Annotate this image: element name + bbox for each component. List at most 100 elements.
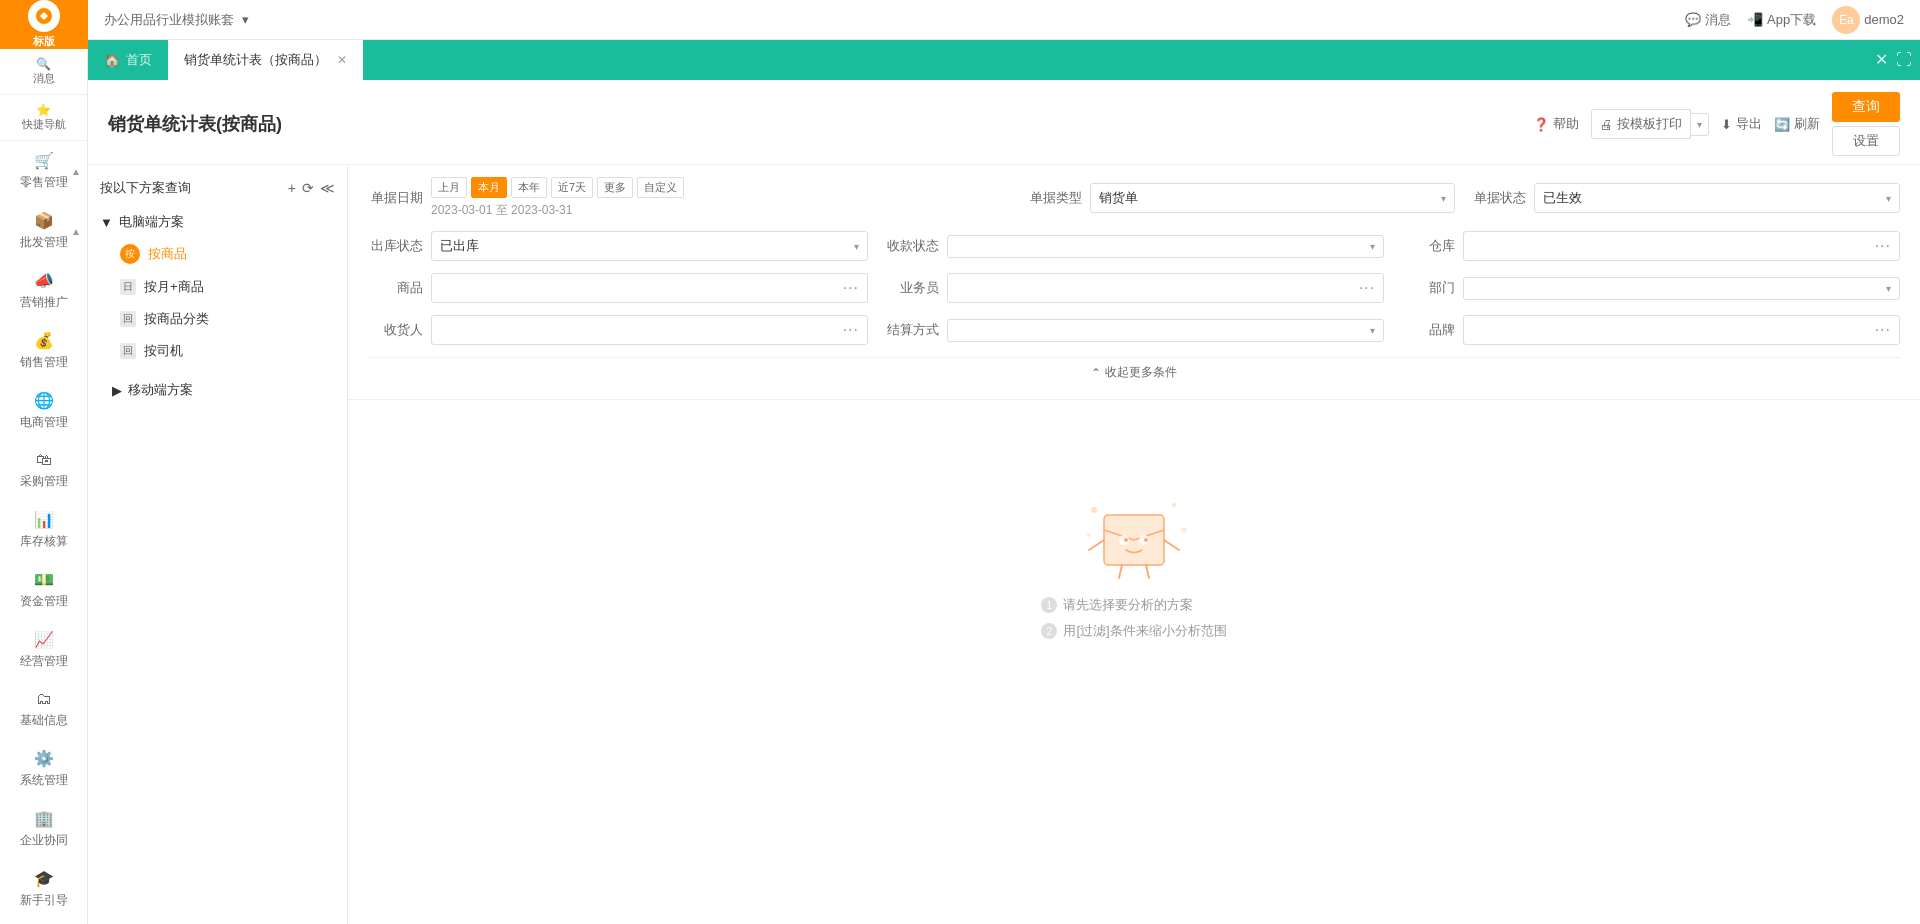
date-btn-this-year[interactable]: 本年 (511, 177, 547, 198)
print-btn[interactable]: 🖨 按模板打印 (1591, 109, 1691, 139)
settlement-label: 结算方式 (884, 321, 939, 339)
user-profile[interactable]: Ea demo2 (1832, 6, 1904, 34)
collect-status-control[interactable]: ▾ (947, 235, 1384, 258)
scheme-item-by-month-product[interactable]: 日 按月+商品 (88, 271, 347, 303)
tab-sales-stat-label: 销货单统计表（按商品） (184, 51, 327, 69)
out-status-control[interactable]: 已出库 ▾ (431, 231, 868, 261)
avatar-initial: Ea (1839, 13, 1854, 27)
print-dropdown[interactable]: ▾ (1691, 113, 1709, 136)
date-quick-btns: 上月 本月 本年 近7天 更多 自定义 (431, 177, 1011, 198)
two-panel: 按以下方案查询 + ⟳ ≪ ▼ 电脑端方案 (88, 165, 1920, 924)
doc-status-control[interactable]: 已生效 ▾ (1534, 183, 1900, 213)
tab-home[interactable]: 🏠 首页 (88, 40, 168, 80)
app-download-icon: 📲 (1747, 12, 1763, 27)
industry-selector[interactable]: 办公用品行业模拟账套 ▾ (104, 11, 249, 29)
out-status-label: 出库状态 (368, 237, 423, 255)
message-btn[interactable]: 💬 消息 (1685, 11, 1731, 29)
scheme-item-by-product[interactable]: 按 按商品 (88, 237, 347, 271)
sidebar-item-sales[interactable]: 💰 销售管理 (0, 321, 87, 381)
star-icon: ⭐ (4, 103, 83, 117)
main-area: 办公用品行业模拟账套 ▾ 💬 消息 📲 App下载 Ea demo2 🏠 首页 (88, 0, 1920, 924)
sidebar-item-marketing[interactable]: 📣 营销推广 (0, 261, 87, 321)
home-icon: 🏠 (104, 53, 120, 68)
message-label: 消息 (1705, 11, 1731, 29)
doc-status-arrow: ▾ (1886, 193, 1891, 204)
date-range-display: 2023-03-01 至 2023-03-31 (431, 202, 1011, 219)
print-btn-group: 🖨 按模板打印 ▾ (1591, 109, 1709, 139)
tip-1-text: 请先选择要分析的方案 (1063, 596, 1193, 614)
tab-sales-stat-close[interactable]: ✕ (337, 53, 347, 67)
salesperson-label: 业务员 (884, 279, 939, 297)
doc-type-control[interactable]: 销货单 ▾ (1090, 183, 1456, 213)
by-product-label: 按商品 (148, 245, 187, 263)
export-btn[interactable]: ⬇ 导出 (1721, 115, 1762, 133)
scheme-group-pc-title[interactable]: ▼ 电脑端方案 (88, 207, 347, 237)
retail-icon: 🛒 (34, 151, 54, 170)
add-scheme-btn[interactable]: + (288, 180, 296, 196)
refresh-btn[interactable]: 🔄 刷新 (1774, 115, 1820, 133)
filter-doc-status: 单据状态 已生效 ▾ (1471, 183, 1900, 213)
collapse-filter-btn[interactable]: ⌃ 收起更多条件 (368, 357, 1900, 387)
filter-recipient: 收货人 ··· (368, 315, 868, 345)
wholesale-arrow: ▲ (71, 226, 81, 237)
settings-btn[interactable]: 设置 (1832, 126, 1900, 156)
scheme-group-mobile-title[interactable]: ▶ 移动端方案 (88, 375, 347, 405)
sidebar-item-wholesale[interactable]: 📦 批发管理 ▲ (0, 201, 87, 261)
settlement-control[interactable]: ▾ (947, 319, 1384, 342)
sidebar-item-basic[interactable]: 🗂 基础信息 (0, 680, 87, 739)
warehouse-control[interactable]: ··· (1463, 231, 1900, 261)
newbie-label: 新手引导 (20, 892, 68, 909)
sidebar-item-purchase[interactable]: 🛍 采购管理 (0, 441, 87, 500)
svg-point-13 (1182, 528, 1187, 533)
refresh-scheme-btn[interactable]: ⟳ (302, 180, 314, 196)
sidebar-item-system[interactable]: ⚙️ 系统管理 (0, 739, 87, 799)
app-download-btn[interactable]: 📲 App下载 (1747, 11, 1816, 29)
basic-icon: 🗂 (36, 690, 52, 708)
help-btn[interactable]: ❓ 帮助 (1533, 115, 1579, 133)
sidebar-item-operations[interactable]: 📈 经营管理 (0, 620, 87, 680)
query-btn[interactable]: 查询 (1832, 92, 1900, 122)
product-control[interactable]: ··· (431, 273, 868, 303)
ecommerce-label: 电商管理 (20, 414, 68, 431)
sales-icon: 💰 (34, 331, 54, 350)
date-btn-more[interactable]: 更多 (597, 177, 633, 198)
warehouse-label: 仓库 (1400, 237, 1455, 255)
product-dots: ··· (843, 279, 859, 297)
scheme-item-by-printer[interactable]: 回 按司机 (88, 335, 347, 367)
sidebar-item-enterprise[interactable]: 🏢 企业协同 (0, 799, 87, 859)
left-panel-title: 按以下方案查询 (100, 179, 191, 197)
sidebar-item-apps[interactable]: 📱 应用中心 (0, 919, 87, 924)
date-btn-this-month[interactable]: 本月 (471, 177, 507, 198)
department-control[interactable]: ▾ (1463, 277, 1900, 300)
sidebar-item-finance[interactable]: 💵 资金管理 (0, 560, 87, 620)
tab-sales-stat[interactable]: 销货单统计表（按商品） ✕ (168, 40, 363, 80)
enterprise-icon: 🏢 (34, 809, 54, 828)
app-logo[interactable]: 标版 (0, 0, 88, 49)
collapse-panel-btn[interactable]: ≪ (320, 180, 335, 196)
tab-home-label: 首页 (126, 51, 152, 69)
sidebar-quick-nav[interactable]: ⭐ 快捷导航 (0, 95, 87, 141)
department-label: 部门 (1400, 279, 1455, 297)
tab-expand-btn[interactable]: ⛶ (1896, 52, 1912, 68)
tab-close-btn[interactable]: ✕ (1875, 52, 1888, 68)
sidebar-search[interactable]: 🔍 消息 (0, 49, 87, 95)
sidebar-item-retail[interactable]: 🛒 零售管理 ▲ (0, 141, 87, 201)
brand-control[interactable]: ··· (1463, 315, 1900, 345)
salesperson-control[interactable]: ··· (947, 273, 1384, 303)
date-btn-custom[interactable]: 自定义 (637, 177, 684, 198)
recipient-control[interactable]: ··· (431, 315, 868, 345)
scheme-item-by-category[interactable]: 回 按商品分类 (88, 303, 347, 335)
by-category-icon: 回 (120, 311, 136, 327)
sidebar-item-newbie[interactable]: 🎓 新手引导 (0, 859, 87, 919)
svg-line-8 (1164, 540, 1179, 550)
sidebar-item-ecommerce[interactable]: 🌐 电商管理 (0, 381, 87, 441)
by-month-product-icon: 日 (120, 279, 136, 295)
brand-label: 品牌 (1400, 321, 1455, 339)
filter-collect-status: 收款状态 ▾ (884, 235, 1384, 258)
svg-point-11 (1091, 507, 1097, 513)
user-name: demo2 (1864, 12, 1904, 27)
date-btn-7days[interactable]: 近7天 (551, 177, 593, 198)
sidebar-item-inventory[interactable]: 📊 库存核算 (0, 500, 87, 560)
date-btn-last-month[interactable]: 上月 (431, 177, 467, 198)
svg-point-6 (1144, 538, 1148, 542)
